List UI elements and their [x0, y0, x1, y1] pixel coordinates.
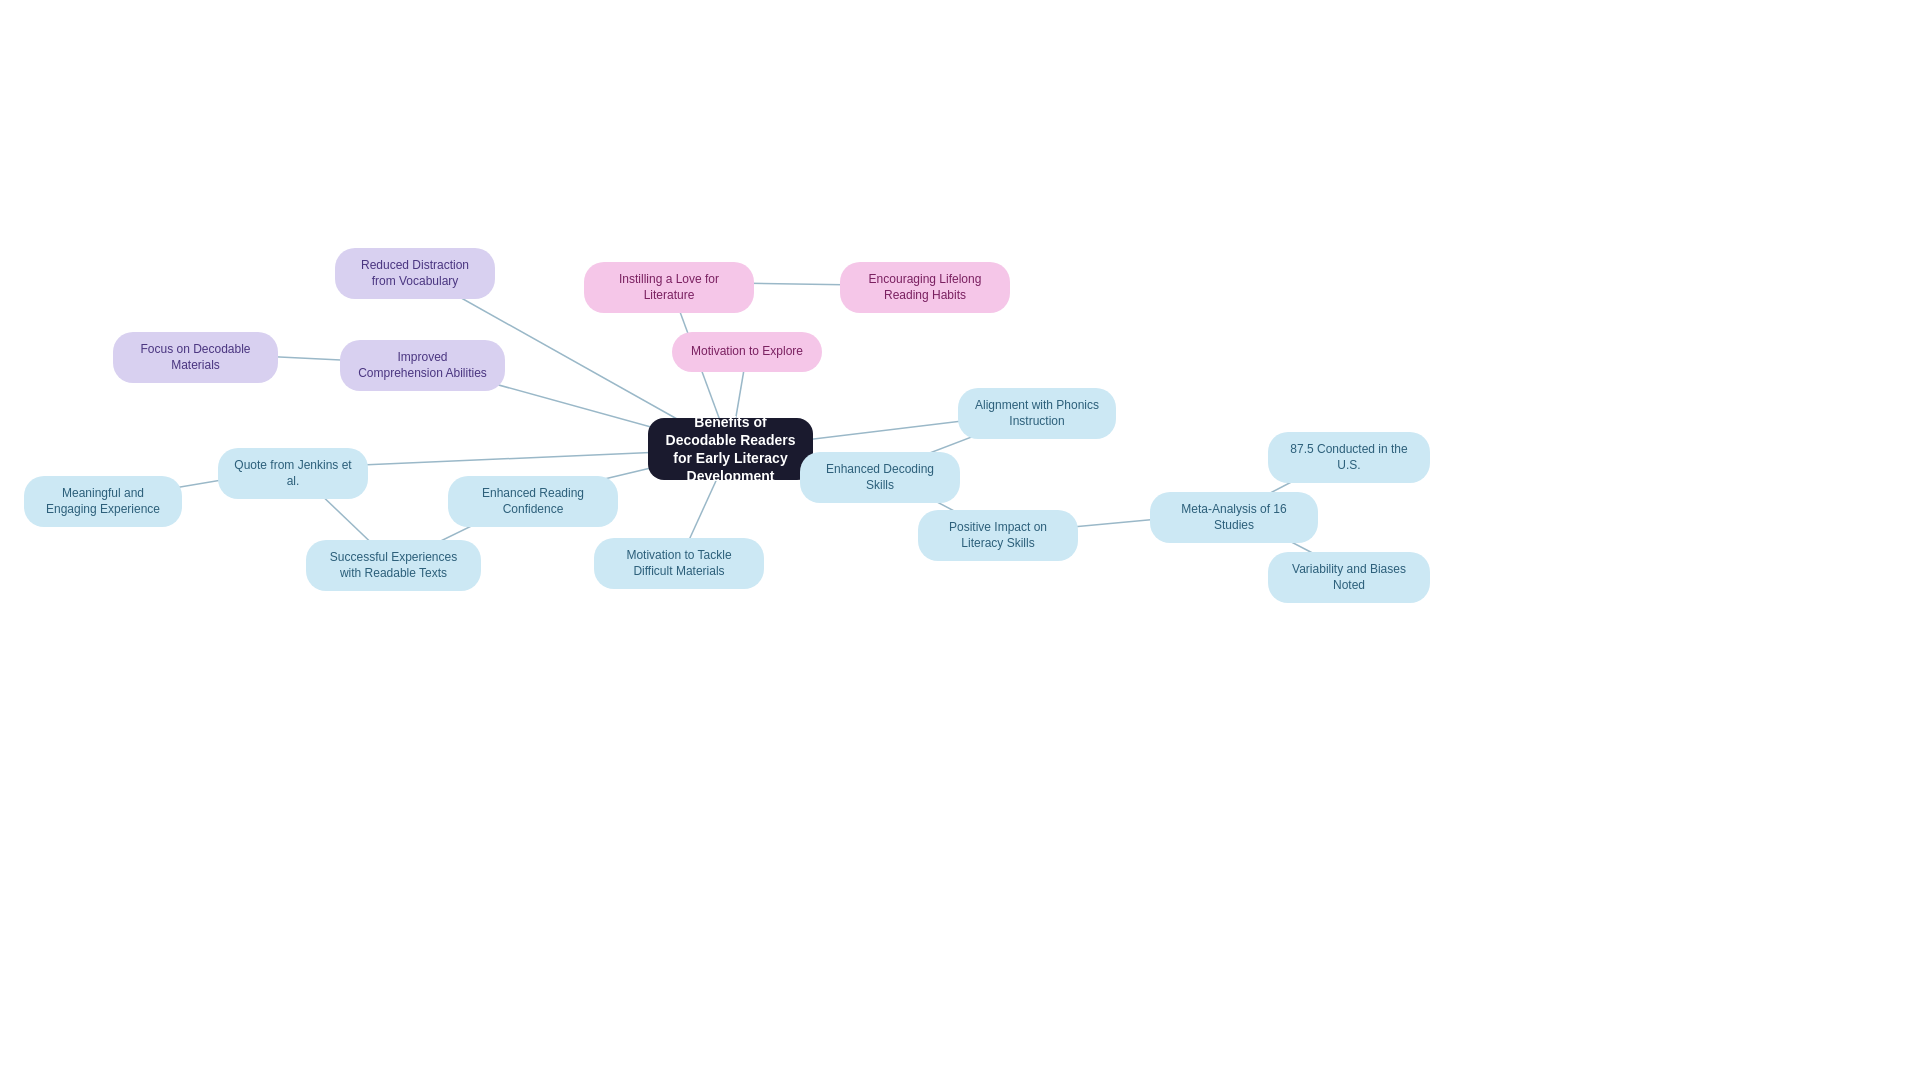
- motivation-explore-node: Motivation to Explore: [672, 332, 822, 372]
- improved-comprehension-node: Improved Comprehension Abilities: [340, 340, 505, 391]
- meta-analysis-node: Meta-Analysis of 16 Studies: [1150, 492, 1318, 543]
- encouraging-lifelong-node: Encouraging Lifelong Reading Habits: [840, 262, 1010, 313]
- alignment-phonics-node: Alignment with Phonics Instruction: [958, 388, 1116, 439]
- instilling-love-node: Instilling a Love for Literature: [584, 262, 754, 313]
- meaningful-engaging-node: Meaningful and Engaging Experience: [24, 476, 182, 527]
- motivation-difficult-node: Motivation to Tackle Difficult Materials: [594, 538, 764, 589]
- quote-jenkins-node: Quote from Jenkins et al.: [218, 448, 368, 499]
- center-node: Benefits of Decodable Readers for Early …: [648, 418, 813, 480]
- focus-decodable-node: Focus on Decodable Materials: [113, 332, 278, 383]
- enhanced-reading-confidence-node: Enhanced Reading Confidence: [448, 476, 618, 527]
- variability-biases-node: Variability and Biases Noted: [1268, 552, 1430, 603]
- positive-impact-node: Positive Impact on Literacy Skills: [918, 510, 1078, 561]
- successful-experiences-node: Successful Experiences with Readable Tex…: [306, 540, 481, 591]
- mindmap-canvas: Benefits of Decodable Readers for Early …: [0, 0, 1920, 1083]
- 87-5-conducted-node: 87.5 Conducted in the U.S.: [1268, 432, 1430, 483]
- reduced-distraction-node: Reduced Distraction from Vocabulary: [335, 248, 495, 299]
- enhanced-decoding-node: Enhanced Decoding Skills: [800, 452, 960, 503]
